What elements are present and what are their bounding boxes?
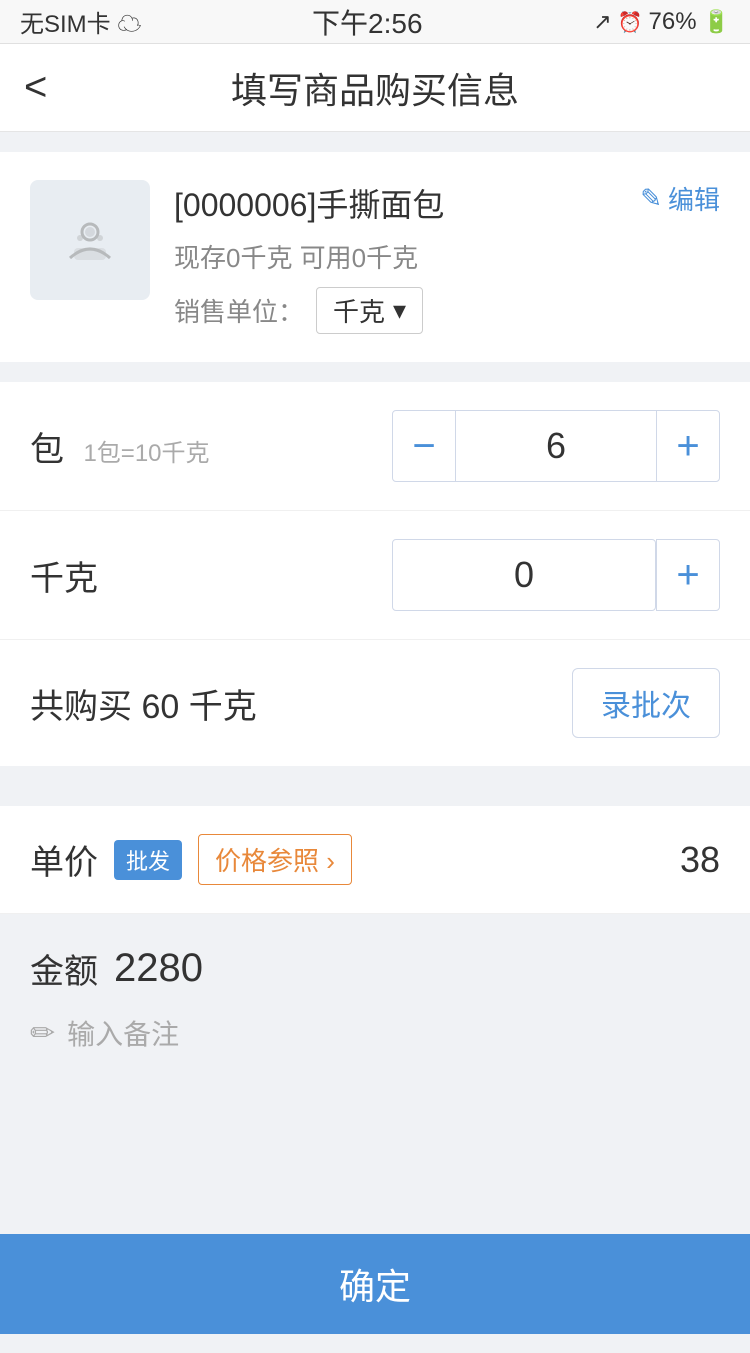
product-stock: 现存0千克 可用0千克 (174, 238, 720, 275)
pencil-icon: ✏ (30, 1016, 55, 1051)
kilogram-label: 千克 (30, 551, 392, 600)
back-button[interactable]: < (24, 65, 47, 110)
pifa-badge: 批发 (114, 840, 182, 880)
section-separator-2 (0, 766, 750, 786)
alarm-icon (618, 8, 643, 36)
battery-label: 76% (649, 8, 697, 36)
product-info: [0000006]手撕面包 现存0千克 可用0千克 销售单位： 千克 ▾ (174, 180, 720, 334)
price-ref-button[interactable]: 价格参照 › (198, 834, 352, 885)
summary-unit: 千克 (189, 688, 257, 726)
battery-icon (703, 8, 730, 36)
package-minus-button[interactable]: − (392, 410, 456, 482)
price-section: 单价 批发 价格参照 › 38 (0, 806, 750, 914)
amount-section: 金额 2280 ✏ 输入备注 (0, 914, 750, 1073)
amount-value: 2280 (114, 946, 203, 991)
kilogram-input[interactable] (392, 539, 656, 611)
package-hint: 1包=10千克 (83, 440, 209, 467)
amount-row: 金额 2280 (30, 944, 720, 993)
remark-placeholder: 输入备注 (67, 1013, 179, 1053)
package-label: 包 1包=10千克 (30, 422, 392, 471)
summary-prefix: 共购买 (30, 688, 132, 726)
arrow-icon (593, 8, 611, 36)
batch-button[interactable]: 录批次 (572, 668, 720, 738)
confirm-button[interactable]: 确定 (0, 1234, 750, 1334)
unit-label: 销售单位： (174, 292, 304, 329)
kilogram-number-control: + (392, 539, 720, 611)
package-input-section: 包 1包=10千克 − + 千克 + (0, 382, 750, 640)
section-separator-1 (0, 362, 750, 382)
product-name: [0000006]手撕面包 (174, 180, 720, 226)
package-number-control: − + (392, 410, 720, 482)
price-label: 单价 (30, 835, 98, 884)
status-right: 76% (593, 8, 730, 36)
nav-bar: < 填写商品购买信息 (0, 44, 750, 132)
summary-row: 共购买 60 千克 录批次 (0, 640, 750, 766)
edit-label: 编辑 (668, 180, 720, 217)
price-value: 38 (680, 839, 720, 881)
product-card: [0000006]手撕面包 现存0千克 可用0千克 销售单位： 千克 ▾ ✎ 编… (0, 152, 750, 362)
kilogram-plus-button[interactable]: + (656, 539, 720, 611)
summary-text: 共购买 60 千克 (30, 679, 257, 728)
kilogram-row: 千克 + (0, 511, 750, 640)
unit-value: 千克 (333, 292, 385, 329)
status-left: 无SIM卡 ☁ (20, 4, 141, 39)
product-image (30, 180, 150, 300)
edit-button[interactable]: ✎ 编辑 (640, 180, 720, 217)
product-unit-row: 销售单位： 千克 ▾ (174, 287, 720, 334)
chevron-down-icon: ▾ (393, 295, 406, 326)
status-bar: 无SIM卡 ☁ 下午2:56 76% (0, 0, 750, 44)
package-row: 包 1包=10千克 − + (0, 382, 750, 511)
edit-icon: ✎ (640, 183, 662, 214)
remark-row[interactable]: ✏ 输入备注 (30, 1013, 720, 1053)
package-label-text: 包 (30, 431, 64, 469)
unit-select[interactable]: 千克 ▾ (316, 287, 423, 334)
sim-label: 无SIM卡 ☁ (20, 4, 141, 39)
package-input[interactable] (456, 410, 656, 482)
amount-label: 金额 (30, 944, 98, 993)
page-title: 填写商品购买信息 (231, 62, 519, 114)
status-time: 下午2:56 (312, 2, 423, 42)
summary-amount: 60 (141, 688, 188, 726)
price-row: 单价 批发 价格参照 › 38 (0, 806, 750, 914)
confirm-label: 确定 (339, 1258, 411, 1310)
package-plus-button[interactable]: + (656, 410, 720, 482)
